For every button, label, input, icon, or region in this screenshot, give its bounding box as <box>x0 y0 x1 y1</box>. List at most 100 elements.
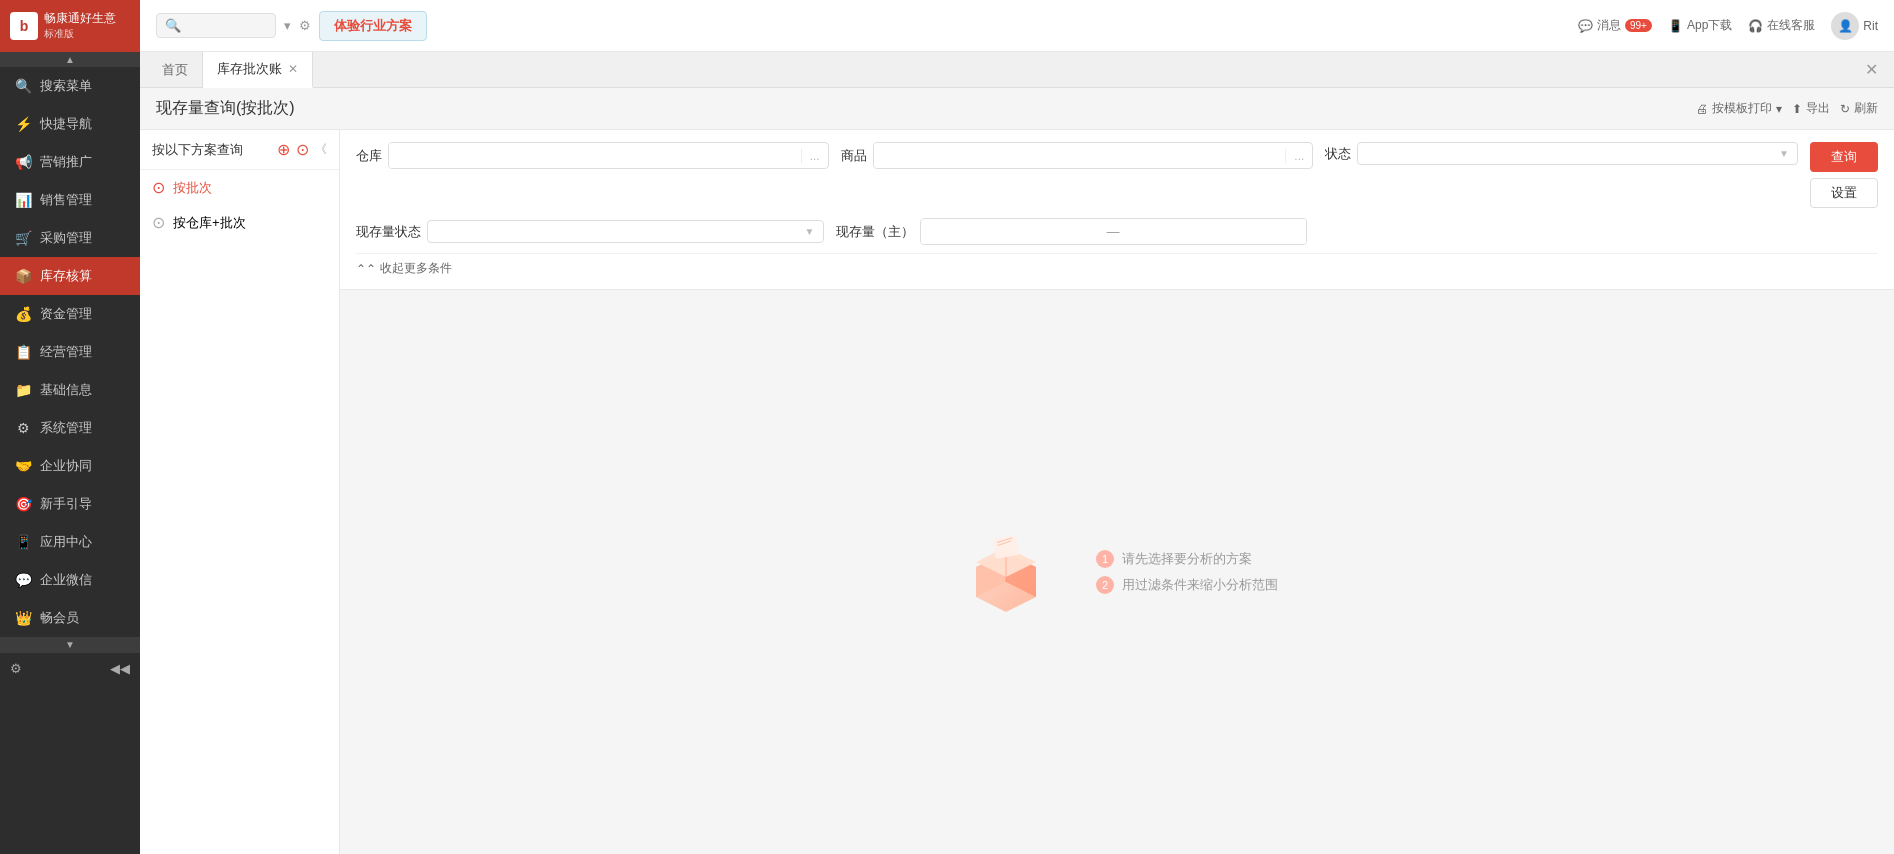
topbar-search-icon: 🔍 <box>165 18 181 33</box>
tab-inventory[interactable]: 库存批次账 ✕ <box>203 52 313 88</box>
headset-icon: 🎧 <box>1748 19 1763 33</box>
sidebar-item-basic[interactable]: 📁 基础信息 <box>0 371 140 409</box>
collapse-row: ⌃⌃ 收起更多条件 <box>356 253 1878 277</box>
filter-area: 仓库 ... 商品 ... <box>340 130 1894 290</box>
goods-label: 商品 <box>841 147 867 165</box>
stock-qty-from-input[interactable] <box>921 219 1101 244</box>
quick-nav-icon: ⚡ <box>14 115 32 133</box>
settings-button[interactable]: 设置 <box>1810 178 1878 208</box>
sidebar-item-wechat-label: 企业微信 <box>40 571 92 589</box>
print-btn[interactable]: 🖨 按模板打印 ▾ <box>1696 100 1782 117</box>
warehouse-input-wrap: ... <box>388 142 829 169</box>
sidebar-header: b 畅康通好生意 标准版 <box>0 0 140 52</box>
left-panel-header: 按以下方案查询 ⊕ ⊙ 《 <box>140 130 339 170</box>
filter-row-2: 现存量状态 ▼ 现存量（主） — <box>356 218 1878 245</box>
status-select[interactable]: ▼ <box>1357 142 1798 165</box>
sidebar-item-purchase[interactable]: 🛒 采购管理 <box>0 219 140 257</box>
sidebar-item-app-center[interactable]: 📱 应用中心 <box>0 523 140 561</box>
scheme-batch-label: 按批次 <box>173 179 212 197</box>
collapse-icon: ⌃⌃ <box>356 262 376 276</box>
status-dropdown-icon: ▼ <box>1779 148 1789 159</box>
export-btn[interactable]: ⬆ 导出 <box>1792 100 1830 117</box>
right-panel: 仓库 ... 商品 ... <box>340 130 1894 854</box>
tip-num-1: 1 <box>1096 550 1114 568</box>
warehouse-more-btn[interactable]: ... <box>801 149 828 163</box>
left-panel: 按以下方案查询 ⊕ ⊙ 《 ⊙ 按批次 ⊙ 按仓库+批次 <box>140 130 340 854</box>
empty-tip-1: 1 请先选择要分析的方案 <box>1096 550 1278 568</box>
sales-icon: 📊 <box>14 191 32 209</box>
sidebar-item-marketing[interactable]: 📢 营销推广 <box>0 143 140 181</box>
query-button[interactable]: 查询 <box>1810 142 1878 172</box>
sidebar-item-app-center-label: 应用中心 <box>40 533 92 551</box>
sidebar-item-quick-nav[interactable]: ⚡ 快捷导航 <box>0 105 140 143</box>
app-download-icon: 📱 <box>1668 19 1683 33</box>
print-dropdown-icon[interactable]: ▾ <box>1776 102 1782 116</box>
scheme-warehouse-batch-label: 按仓库+批次 <box>173 214 246 232</box>
sidebar-item-inventory[interactable]: 📦 库存核算 <box>0 257 140 295</box>
print-label: 按模板打印 <box>1712 100 1772 117</box>
stock-qty-to-input[interactable] <box>1126 219 1306 244</box>
status-label: 状态 <box>1325 145 1351 163</box>
sidebar-scroll-up[interactable]: ▲ <box>0 52 140 67</box>
topbar-search-box[interactable]: 🔍 <box>156 13 276 38</box>
warehouse-input[interactable] <box>389 143 801 168</box>
sidebar-item-search[interactable]: 🔍 搜索菜单 <box>0 67 140 105</box>
sidebar-item-wechat[interactable]: 💬 企业微信 <box>0 561 140 599</box>
print-icon: 🖨 <box>1696 102 1708 116</box>
refresh-label: 刷新 <box>1854 100 1878 117</box>
left-panel-actions: ⊕ ⊙ 《 <box>277 140 327 159</box>
tab-home-label: 首页 <box>162 61 188 79</box>
empty-state: 1 请先选择要分析的方案 2 用过滤条件来缩小分析范围 <box>340 290 1894 854</box>
experience-btn[interactable]: 体验行业方案 <box>319 11 427 41</box>
scheme-item-batch[interactable]: ⊙ 按批次 <box>140 170 339 205</box>
sidebar: b 畅康通好生意 标准版 ▲ 🔍 搜索菜单 ⚡ 快捷导航 📢 营销推广 📊 销售… <box>0 0 140 854</box>
scheme-settings-icon[interactable]: ⊙ <box>296 140 309 159</box>
export-label: 导出 <box>1806 100 1830 117</box>
dropdown-icon[interactable]: ▾ <box>284 18 291 33</box>
collapse-btn[interactable]: ⌃⌃ 收起更多条件 <box>356 260 1878 277</box>
settings-gear-icon[interactable]: ⚙ <box>299 18 311 33</box>
stock-status-select[interactable]: ▼ <box>427 220 824 243</box>
action-buttons: 查询 设置 <box>1810 142 1878 208</box>
scheme-inactive-icon: ⊙ <box>152 213 165 232</box>
goods-input[interactable] <box>874 143 1286 168</box>
scheme-item-warehouse-batch[interactable]: ⊙ 按仓库+批次 <box>140 205 339 240</box>
goods-more-btn[interactable]: ... <box>1285 149 1312 163</box>
sidebar-item-system[interactable]: ⚙ 系统管理 <box>0 409 140 447</box>
warehouse-label: 仓库 <box>356 147 382 165</box>
operation-icon: 📋 <box>14 343 32 361</box>
user-name: Rit <box>1863 19 1878 33</box>
main-area: 🔍 ▾ ⚙ 体验行业方案 💬 消息 99+ 📱 App下载 🎧 在线客服 <box>140 0 1894 854</box>
tabbar: 首页 库存批次账 ✕ ✕ <box>140 52 1894 88</box>
online-service-group[interactable]: 🎧 在线客服 <box>1748 17 1815 34</box>
user-group[interactable]: 👤 Rit <box>1831 12 1878 40</box>
sidebar-item-finance[interactable]: 💰 资金管理 <box>0 295 140 333</box>
refresh-icon: ↻ <box>1840 102 1850 116</box>
stock-qty-label: 现存量（主） <box>836 223 914 241</box>
refresh-btn[interactable]: ↻ 刷新 <box>1840 100 1878 117</box>
collapse-sidebar-icon[interactable]: ◀◀ <box>110 661 130 676</box>
system-icon: ⚙ <box>14 419 32 437</box>
sidebar-item-quick-nav-label: 快捷导航 <box>40 115 92 133</box>
add-scheme-icon[interactable]: ⊕ <box>277 140 290 159</box>
app-title-group: 畅康通好生意 标准版 <box>44 11 116 41</box>
tab-home[interactable]: 首页 <box>148 52 203 88</box>
sidebar-item-operation[interactable]: 📋 经营管理 <box>0 333 140 371</box>
close-panel-btn[interactable]: ✕ <box>1857 60 1886 79</box>
sidebar-item-enterprise[interactable]: 🤝 企业协同 <box>0 447 140 485</box>
message-group[interactable]: 💬 消息 99+ <box>1578 17 1652 34</box>
sidebar-item-sales[interactable]: 📊 销售管理 <box>0 181 140 219</box>
collapse-panel-icon[interactable]: 《 <box>315 141 327 158</box>
sidebar-item-newbie[interactable]: 🎯 新手引导 <box>0 485 140 523</box>
app-download-label: App下载 <box>1687 17 1732 34</box>
sidebar-item-sales-label: 销售管理 <box>40 191 92 209</box>
tab-close-icon[interactable]: ✕ <box>288 62 298 76</box>
page-actions: 🖨 按模板打印 ▾ ⬆ 导出 ↻ 刷新 <box>1696 100 1878 117</box>
goods-filter: 商品 ... <box>841 142 1314 169</box>
app-download-group[interactable]: 📱 App下载 <box>1668 17 1732 34</box>
sidebar-item-member[interactable]: 👑 畅会员 <box>0 599 140 637</box>
svg-rect-5 <box>992 535 1019 559</box>
settings-icon[interactable]: ⚙ <box>10 661 22 676</box>
wechat-icon: 💬 <box>14 571 32 589</box>
sidebar-scroll-down[interactable]: ▼ <box>0 637 140 652</box>
